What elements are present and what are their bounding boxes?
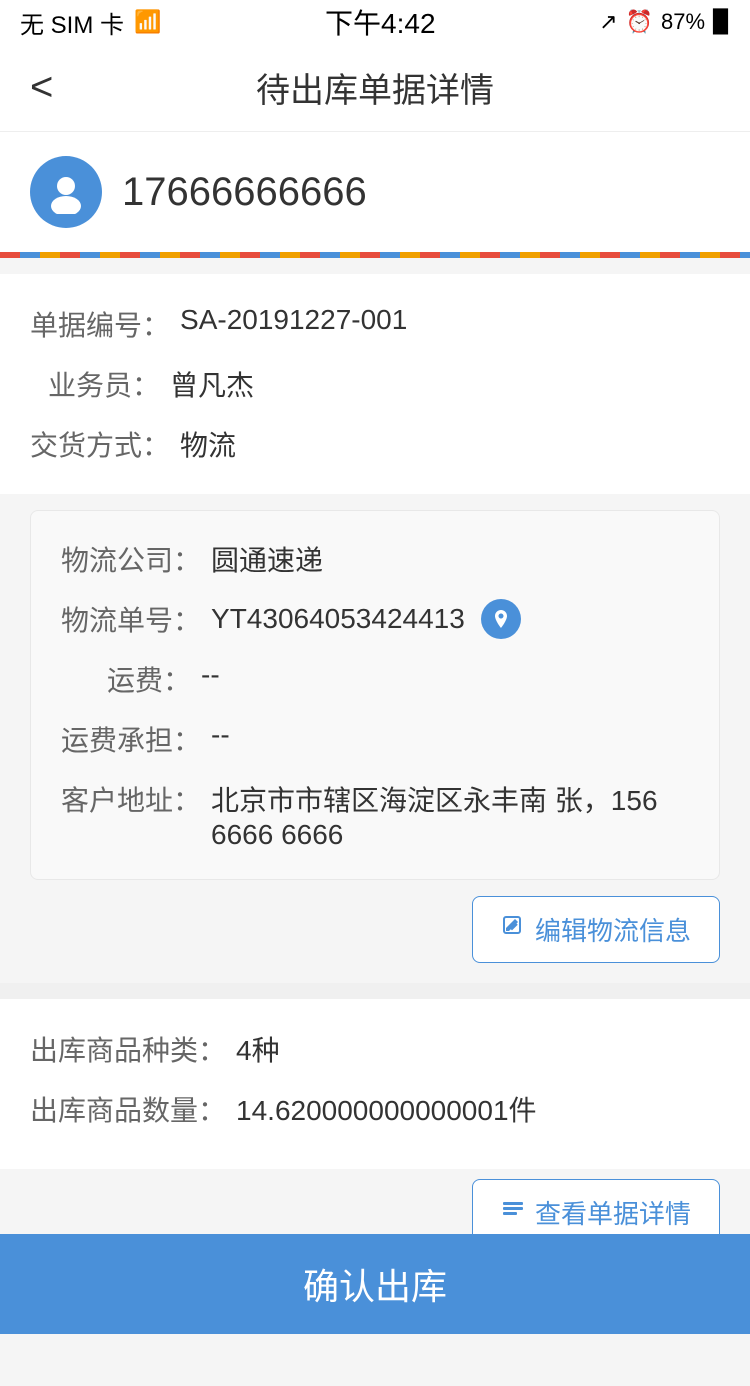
edit-icon	[501, 914, 525, 945]
logistics-tracking-row: 物流单号： YT43064053424413	[61, 599, 689, 639]
detail-icon	[501, 1197, 525, 1228]
logistics-company-label: 物流公司：	[61, 539, 211, 579]
customer-phone: 17666666666	[122, 170, 367, 215]
document-number-row: 单据编号： SA-20191227-001	[30, 304, 720, 344]
edit-logistics-button[interactable]: 编辑物流信息	[472, 896, 720, 963]
logistics-company-value: 圆通速递	[211, 539, 689, 579]
freight-label: 运费：	[61, 659, 201, 699]
tracking-location-icon[interactable]	[481, 599, 521, 639]
staff-row: 业务员： 曾凡杰	[30, 364, 720, 404]
view-detail-label: 查看单据详情	[535, 1194, 691, 1231]
goods-quantity-label: 出库商品数量：	[30, 1089, 236, 1129]
logistics-card: 物流公司： 圆通速递 物流单号： YT43064053424413 运费： --…	[30, 510, 720, 880]
goods-quantity-row: 出库商品数量： 14.620000000000001件	[30, 1089, 720, 1129]
freight-row: 运费： --	[61, 659, 689, 699]
logistics-company-row: 物流公司： 圆通速递	[61, 539, 689, 579]
edit-btn-container: 编辑物流信息	[0, 896, 750, 983]
staff-label: 业务员：	[30, 364, 170, 404]
delivery-row: 交货方式： 物流	[30, 424, 720, 464]
nav-bar: < 待出库单据详情	[0, 44, 750, 132]
wifi-icon: 📶	[134, 9, 161, 35]
delivery-label: 交货方式：	[30, 424, 180, 464]
carrier-label: 无 SIM 卡	[20, 5, 124, 40]
freight-bear-label: 运费承担：	[61, 719, 211, 759]
battery-icon: ▉	[713, 9, 730, 35]
status-time: 下午4:42	[325, 2, 436, 42]
freight-bear-value: --	[211, 719, 689, 751]
edit-logistics-label: 编辑物流信息	[535, 911, 691, 948]
customer-header: 17666666666	[0, 132, 750, 252]
delivery-value: 物流	[180, 424, 720, 464]
avatar	[30, 156, 102, 228]
status-bar: 无 SIM 卡 📶 下午4:42 ↗ ⏰ 87% ▉	[0, 0, 750, 44]
freight-bear-row: 运费承担： --	[61, 719, 689, 759]
document-info-section: 单据编号： SA-20191227-001 业务员： 曾凡杰 交货方式： 物流	[0, 274, 750, 494]
document-number-label: 单据编号：	[30, 304, 180, 344]
back-button[interactable]: <	[30, 65, 53, 110]
status-left: 无 SIM 卡 📶	[20, 5, 161, 40]
confirm-label: 确认出库	[303, 1258, 447, 1310]
goods-types-value: 4种	[236, 1029, 280, 1069]
logistics-tracking-value: YT43064053424413	[211, 603, 465, 635]
location-icon: ↗	[599, 9, 617, 35]
address-label: 客户地址：	[61, 779, 211, 819]
address-value: 北京市市辖区海淀区永丰南 张，156 6666 6666	[211, 779, 689, 851]
dashed-separator	[0, 252, 750, 258]
address-row: 客户地址： 北京市市辖区海淀区永丰南 张，156 6666 6666	[61, 779, 689, 851]
page-title: 待出库单据详情	[256, 63, 494, 112]
goods-types-label: 出库商品种类：	[30, 1029, 236, 1069]
goods-quantity-value: 14.620000000000001件	[236, 1089, 537, 1129]
tracking-row: YT43064053424413	[211, 599, 521, 639]
staff-value: 曾凡杰	[170, 364, 720, 404]
logistics-tracking-label: 物流单号：	[61, 599, 211, 639]
goods-section: 出库商品种类： 4种 出库商品数量： 14.620000000000001件	[0, 999, 750, 1169]
alarm-icon: ⏰	[626, 9, 653, 35]
freight-value: --	[201, 659, 689, 691]
battery-label: 87%	[661, 9, 705, 35]
section-divider-1	[0, 983, 750, 999]
goods-types-row: 出库商品种类： 4种	[30, 1029, 720, 1069]
status-right: ↗ ⏰ 87% ▉	[599, 9, 730, 35]
confirm-button[interactable]: 确认出库	[0, 1234, 750, 1334]
document-number-value: SA-20191227-001	[180, 304, 720, 336]
